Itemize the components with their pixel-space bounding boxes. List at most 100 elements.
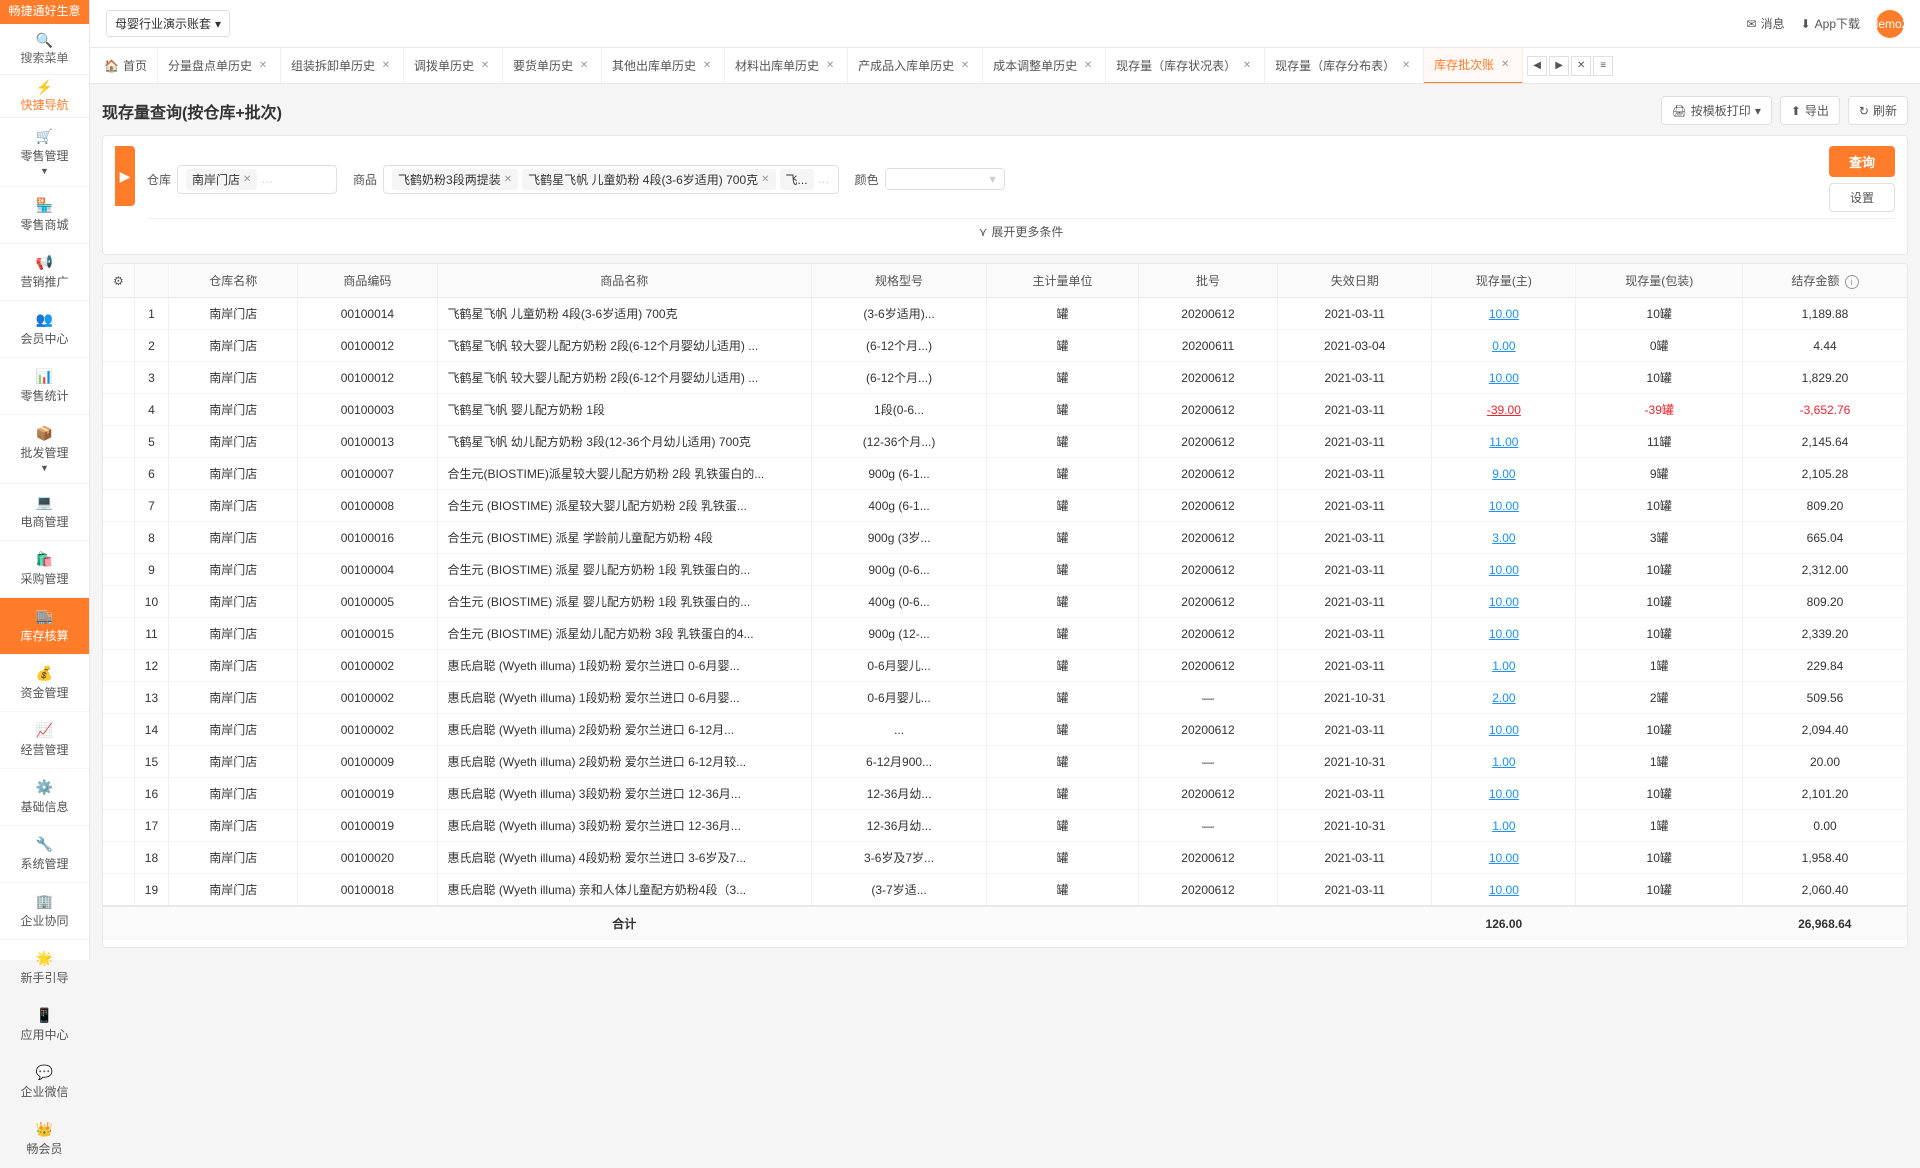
tab-close-product-inbound[interactable]: ✕ <box>958 59 972 73</box>
row-stock-main[interactable]: 10.00 <box>1432 618 1576 650</box>
sidebar-item-purchase[interactable]: 🛍️ 采购管理 <box>0 541 89 598</box>
goods-tag-2-remove[interactable]: ✕ <box>761 174 769 185</box>
warehouse-input[interactable]: 南岸门店 ✕ … <box>177 165 337 194</box>
tab-next-btn[interactable]: ▶ <box>1549 56 1569 76</box>
sidebar-item-apps[interactable]: 📱 应用中心 <box>0 997 89 1054</box>
sidebar-item-basic[interactable]: ⚙️ 基础信息 <box>0 769 89 826</box>
tab-home[interactable]: 🏠 首页 <box>94 48 158 84</box>
sidebar-item-ecommerce[interactable]: 💻 电商管理 <box>0 484 89 541</box>
row-unit: 罐 <box>987 714 1139 746</box>
row-stock-main[interactable]: 10.00 <box>1432 554 1576 586</box>
sidebar-item-quick-nav[interactable]: ⚡ 快捷导航 <box>0 75 89 118</box>
row-stock-main[interactable]: 1.00 <box>1432 650 1576 682</box>
row-stock-main[interactable]: 2.00 <box>1432 682 1576 714</box>
row-num: 9 <box>134 554 168 586</box>
sidebar-item-wechat[interactable]: 💬 企业微信 <box>0 1054 89 1111</box>
row-spec: 900g (0-6... <box>811 554 986 586</box>
row-stock-main[interactable]: 0.00 <box>1432 330 1576 362</box>
row-name: 惠氏启聪 (Wyeth illuma) 1段奶粉 爱尔兰进口 0-6月婴... <box>437 682 811 714</box>
row-stock-main[interactable]: 1.00 <box>1432 746 1576 778</box>
tab-menu-btn[interactable]: ≡ <box>1593 56 1613 76</box>
row-stock-main[interactable]: 10.00 <box>1432 874 1576 907</box>
table-scroll[interactable]: ⚙ 仓库名称 商品编码 商品名称 规格型号 主计量单位 批号 失效日期 现存量(… <box>103 264 1907 947</box>
goods-tag-1-remove[interactable]: ✕ <box>504 174 512 185</box>
tab-close-requisition[interactable]: ✕ <box>577 59 591 73</box>
warehouse-selector[interactable]: 母婴行业演示账套 ▾ <box>106 10 230 37</box>
expand-more-toggle[interactable]: ⋎ 展开更多条件 <box>147 218 1895 244</box>
query-button[interactable]: 查询 <box>1829 146 1895 177</box>
row-stock-pkg: 1罐 <box>1576 650 1743 682</box>
sidebar-item-member[interactable]: 👥 会员中心 <box>0 301 89 358</box>
sidebar-item-marketing[interactable]: 📢 营销推广 <box>0 244 89 301</box>
row-batch: 20200612 <box>1138 458 1277 490</box>
table-row: 13南岸门店00100002惠氏启聪 (Wyeth illuma) 1段奶粉 爱… <box>103 682 1907 714</box>
row-stock-main[interactable]: 10.00 <box>1432 842 1576 874</box>
row-checkbox <box>103 842 134 874</box>
tab-prev-btn[interactable]: ◀ <box>1527 56 1547 76</box>
sidebar-item-enterprise[interactable]: 🏢 企业协同 <box>0 883 89 940</box>
sidebar-item-vip[interactable]: 👑 畅会员 <box>0 1111 89 1168</box>
tab-close-transfer[interactable]: ✕ <box>478 59 492 73</box>
tab-close-stock-status[interactable]: ✕ <box>1240 59 1254 73</box>
row-name: 惠氏启聪 (Wyeth illuma) 1段奶粉 爱尔兰进口 0-6月婴... <box>437 650 811 682</box>
row-expire: 2021-03-11 <box>1278 618 1432 650</box>
row-stock-main[interactable]: -39.00 <box>1432 394 1576 426</box>
tab-product-inbound[interactable]: 产成品入库单历史 ✕ <box>848 48 983 84</box>
row-stock-main[interactable]: 10.00 <box>1432 362 1576 394</box>
row-unit: 罐 <box>987 490 1139 522</box>
sidebar-item-inventory[interactable]: 🏬 库存核算 <box>0 598 89 655</box>
tab-close-batch-posting[interactable]: ✕ <box>1498 58 1512 72</box>
tab-close-material-outbound[interactable]: ✕ <box>823 59 837 73</box>
sidebar-item-search[interactable]: 🔍 搜索菜单 <box>0 24 89 75</box>
sidebar-item-newbie[interactable]: 🌟 新手引导 <box>0 940 89 997</box>
tab-close-current-btn[interactable]: ✕ <box>1571 56 1591 76</box>
row-stock-main[interactable]: 10.00 <box>1432 490 1576 522</box>
sidebar-item-wholesale[interactable]: 📦 批发管理 ▼ <box>0 415 89 484</box>
tab-cost-adjust[interactable]: 成本调整单历史 ✕ <box>983 48 1106 84</box>
tab-stock-status[interactable]: 现存量（库存状况表） ✕ <box>1106 48 1265 84</box>
row-stock-main[interactable]: 9.00 <box>1432 458 1576 490</box>
print-button[interactable]: 🖨 按模板打印 ▾ <box>1661 96 1772 125</box>
row-checkbox <box>103 490 134 522</box>
sidebar-item-system[interactable]: 🔧 系统管理 <box>0 826 89 883</box>
warehouse-tag-remove[interactable]: ✕ <box>243 174 251 185</box>
tab-requisition[interactable]: 要货单历史 ✕ <box>503 48 602 84</box>
row-stock-main[interactable]: 3.00 <box>1432 522 1576 554</box>
tab-close-stock-dist[interactable]: ✕ <box>1399 59 1413 73</box>
tab-batch-posting[interactable]: 库存批次账 ✕ <box>1424 48 1523 84</box>
export-button[interactable]: ⬆ 导出 <box>1780 96 1840 125</box>
refresh-button[interactable]: ↻ 刷新 <box>1848 96 1908 125</box>
user-info[interactable]: demo2 <box>1876 10 1904 38</box>
tab-split-disc[interactable]: 分量盘点单历史 ✕ <box>158 48 281 84</box>
tab-close-group-dismantle[interactable]: ✕ <box>379 59 393 73</box>
sidebar-item-retail-stats[interactable]: 📊 零售统计 <box>0 358 89 415</box>
goods-input[interactable]: 飞鹤奶粉3段两提装 ✕ 飞鹤星飞帆 儿童奶粉 4段(3-6岁适用) 700克 ✕… <box>383 165 839 194</box>
messages-btn[interactable]: ✉ 消息 <box>1747 15 1785 32</box>
tab-close-split-disc[interactable]: ✕ <box>256 59 270 73</box>
settings-button[interactable]: 设置 <box>1829 183 1895 212</box>
app-download-btn[interactable]: ⬇ App下载 <box>1801 15 1860 32</box>
tab-close-cost-adjust[interactable]: ✕ <box>1081 59 1095 73</box>
home-icon: 🏠 <box>104 59 119 73</box>
row-stock-main[interactable]: 1.00 <box>1432 810 1576 842</box>
sidebar-item-retail[interactable]: 🛒 零售管理 ▼ <box>0 118 89 187</box>
tab-close-other-outbound[interactable]: ✕ <box>700 59 714 73</box>
tab-transfer[interactable]: 调拨单历史 ✕ <box>404 48 503 84</box>
row-stock-main[interactable]: 10.00 <box>1432 586 1576 618</box>
row-stock-main[interactable]: 10.00 <box>1432 298 1576 330</box>
tab-material-outbound[interactable]: 材料出库单历史 ✕ <box>725 48 848 84</box>
sidebar-item-finance[interactable]: 💰 资金管理 <box>0 655 89 712</box>
row-stock-main[interactable]: 10.00 <box>1432 714 1576 746</box>
tab-group-dismantle[interactable]: 组装拆卸单历史 ✕ <box>281 48 404 84</box>
footer-total-balance: 26,968.64 <box>1743 906 1907 940</box>
row-stock-main[interactable]: 10.00 <box>1432 778 1576 810</box>
settings-gear-icon[interactable]: ⚙ <box>113 274 124 288</box>
filter-sidebar-toggle[interactable]: ▶ <box>115 146 135 206</box>
tab-stock-dist[interactable]: 现存量（库存分布表） ✕ <box>1265 48 1424 84</box>
tab-other-outbound[interactable]: 其他出库单历史 ✕ <box>602 48 725 84</box>
balance-info-icon[interactable]: i <box>1845 275 1859 289</box>
color-input[interactable]: ▾ <box>885 168 1005 190</box>
sidebar-item-operation[interactable]: 📈 经营管理 <box>0 712 89 769</box>
sidebar-item-retail-mall[interactable]: 🏪 零售商城 <box>0 187 89 244</box>
row-stock-main[interactable]: 11.00 <box>1432 426 1576 458</box>
